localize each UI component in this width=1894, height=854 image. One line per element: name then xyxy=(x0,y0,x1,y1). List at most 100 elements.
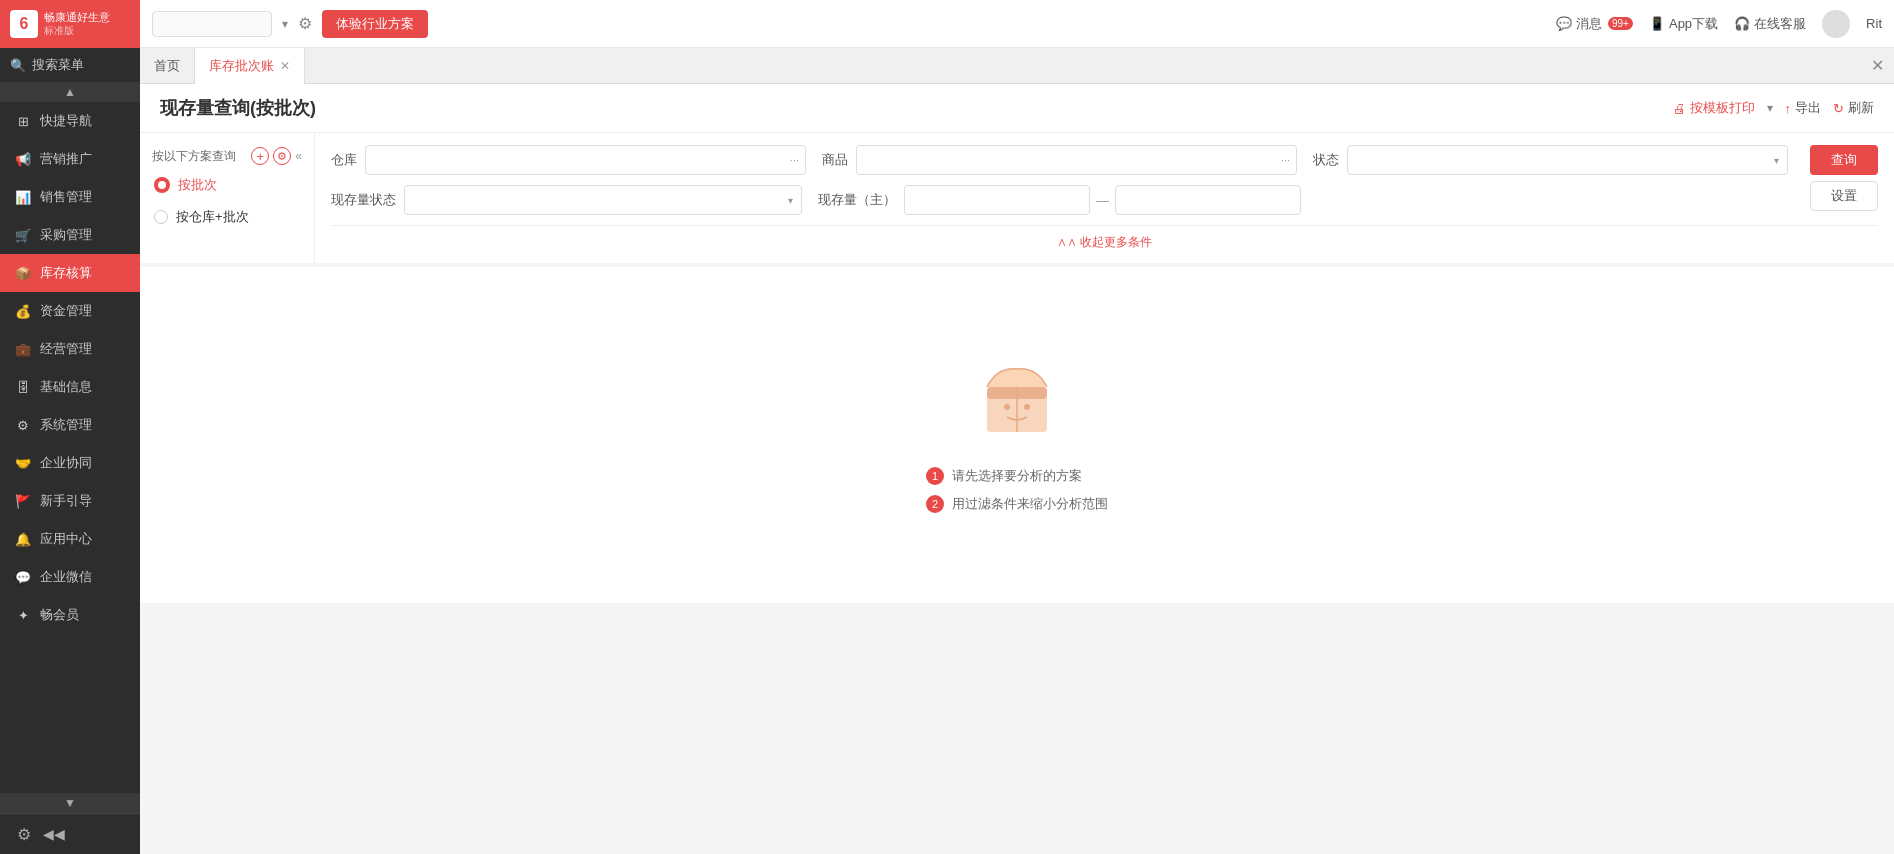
warehouse-input[interactable]: ··· xyxy=(365,145,806,175)
sidebar-item-label: 营销推广 xyxy=(40,150,92,168)
chart-icon: 📊 xyxy=(14,188,32,206)
scheme-title: 按以下方案查询 xyxy=(152,148,236,165)
megaphone-icon: 📢 xyxy=(14,150,32,168)
database-icon: 🗄 xyxy=(14,378,32,396)
sidebar-item-inventory[interactable]: 📦 库存核算 xyxy=(0,254,140,292)
warehouse-more-btn[interactable]: ··· xyxy=(790,154,799,166)
product-input[interactable]: ··· xyxy=(856,145,1297,175)
sidebar-item-basics[interactable]: 🗄 基础信息 xyxy=(0,368,140,406)
sidebar-nav: ⊞ 快捷导航 📢 营销推广 📊 销售管理 🛒 采购管理 📦 库存核算 💰 资金管… xyxy=(0,102,140,793)
stock-status-label: 现存量状态 xyxy=(331,191,396,209)
avatar xyxy=(1822,10,1850,38)
query-button[interactable]: 查询 xyxy=(1810,145,1878,175)
stock-qty-group: 现存量（主） — xyxy=(818,185,1301,215)
sidebar-item-label: 库存核算 xyxy=(40,264,92,282)
page-actions: 🖨 按模板打印 ▾ ↑ 导出 ↻ 刷新 xyxy=(1673,99,1875,117)
tab-close-button[interactable]: ✕ xyxy=(280,59,290,73)
export-icon: ↑ xyxy=(1785,101,1792,116)
warehouse-label: 仓库 xyxy=(331,151,357,169)
sidebar-item-label: 畅会员 xyxy=(40,606,79,624)
refresh-button[interactable]: ↻ 刷新 xyxy=(1833,99,1874,117)
scheme-item-batch[interactable]: 按批次 xyxy=(140,169,314,201)
add-scheme-button[interactable]: + xyxy=(251,147,269,165)
topbar-search-input[interactable] xyxy=(152,11,272,37)
message-button[interactable]: 💬 消息 99+ xyxy=(1556,15,1633,33)
settings-scheme-button[interactable]: ⚙ xyxy=(273,147,291,165)
collapse-more-button[interactable]: ∧∧ 收起更多条件 xyxy=(331,225,1878,259)
tab-inventory-batch[interactable]: 库存批次账 ✕ xyxy=(195,48,305,84)
print-dropdown-button[interactable]: ▾ xyxy=(1767,101,1773,115)
box-icon: 📦 xyxy=(14,264,32,282)
topbar-right: 💬 消息 99+ 📱 App下载 🎧 在线客服 Rit xyxy=(1556,10,1882,38)
print-button[interactable]: 🖨 按模板打印 xyxy=(1673,99,1755,117)
topbar-gear-button[interactable]: ⚙ xyxy=(298,14,312,33)
empty-hint-1: 1 请先选择要分析的方案 xyxy=(926,467,1108,485)
sidebar-item-shortcuts[interactable]: ⊞ 快捷导航 xyxy=(0,102,140,140)
empty-illustration xyxy=(967,347,1067,447)
status-group: 状态 ▾ xyxy=(1313,145,1788,175)
sidebar-item-finance[interactable]: 💰 资金管理 xyxy=(0,292,140,330)
stock-status-select[interactable]: ▾ xyxy=(404,185,802,215)
hint-num-2: 2 xyxy=(926,495,944,513)
stock-qty-max-input[interactable] xyxy=(1115,185,1301,215)
service-label: 在线客服 xyxy=(1754,15,1806,33)
brand-name: 畅康通好生意 xyxy=(44,10,110,24)
query-form-row1: 仓库 ··· 商品 ··· xyxy=(331,145,1878,225)
sidebar-footer: ⚙ ◀◀ xyxy=(0,813,140,854)
scheme-item-warehouse-batch[interactable]: 按仓库+批次 xyxy=(140,201,314,233)
status-select[interactable]: ▾ xyxy=(1347,145,1788,175)
stock-status-group: 现存量状态 ▾ xyxy=(331,185,802,215)
sidebar-item-guide[interactable]: 🚩 新手引导 xyxy=(0,482,140,520)
topbar-dropdown-button[interactable]: ▾ xyxy=(282,17,288,31)
collapse-scheme-button[interactable]: « xyxy=(295,147,302,165)
headset-icon: 🎧 xyxy=(1734,16,1750,31)
trial-btn[interactable]: 体验行业方案 xyxy=(322,10,428,38)
app-logo: 6 xyxy=(10,10,38,38)
tab-home[interactable]: 首页 xyxy=(140,48,195,84)
product-more-btn[interactable]: ··· xyxy=(1281,154,1290,166)
search-icon: 🔍 xyxy=(10,58,26,73)
tab-inventory-batch-label: 库存批次账 xyxy=(209,57,274,75)
tabbar-close-all-button[interactable]: ✕ xyxy=(1861,56,1894,75)
settings-footer-button[interactable]: ⚙ xyxy=(14,824,34,844)
search-menu-item[interactable]: 🔍 搜索菜单 xyxy=(0,48,140,82)
sidebar-item-appstore[interactable]: 🔔 应用中心 xyxy=(0,520,140,558)
apps-icon: 🔔 xyxy=(14,530,32,548)
sidebar-scroll-down-button[interactable]: ▼ xyxy=(0,793,140,813)
user-name: Rit xyxy=(1866,16,1882,31)
settings-button[interactable]: 设置 xyxy=(1810,181,1878,211)
sidebar-item-operations[interactable]: 💼 经营管理 xyxy=(0,330,140,368)
sidebar-item-label: 销售管理 xyxy=(40,188,92,206)
customer-service-button[interactable]: 🎧 在线客服 xyxy=(1734,15,1806,33)
briefcase-icon: 💼 xyxy=(14,340,32,358)
export-button[interactable]: ↑ 导出 xyxy=(1785,99,1822,117)
sidebar-item-system[interactable]: ⚙ 系统管理 xyxy=(0,406,140,444)
svg-point-5 xyxy=(1024,404,1030,410)
message-badge: 99+ xyxy=(1608,17,1633,30)
stock-qty-label: 现存量（主） xyxy=(818,191,896,209)
scheme-actions: + ⚙ « xyxy=(251,147,302,165)
refresh-icon: ↻ xyxy=(1833,101,1844,116)
app-download-button[interactable]: 📱 App下载 xyxy=(1649,15,1718,33)
scheme-item-label: 按批次 xyxy=(178,176,217,194)
sidebar-item-wechat[interactable]: 💬 企业微信 xyxy=(0,558,140,596)
app-label: App下载 xyxy=(1669,15,1718,33)
sidebar-item-label: 快捷导航 xyxy=(40,112,92,130)
query-buttons: 查询 设置 xyxy=(1800,145,1878,211)
collapse-sidebar-button[interactable]: ◀◀ xyxy=(44,824,64,844)
svg-point-4 xyxy=(1004,404,1010,410)
sidebar-item-enterprise[interactable]: 🤝 企业协同 xyxy=(0,444,140,482)
sidebar-item-purchase[interactable]: 🛒 采购管理 xyxy=(0,216,140,254)
sidebar-item-marketing[interactable]: 📢 营销推广 xyxy=(0,140,140,178)
hint-text-1: 请先选择要分析的方案 xyxy=(952,467,1082,485)
sidebar-item-member[interactable]: ✦ 畅会员 xyxy=(0,596,140,634)
scheme-dot-inactive xyxy=(154,210,168,224)
page-title: 现存量查询(按批次) xyxy=(160,96,316,120)
sidebar-scroll-up-button[interactable]: ▲ xyxy=(0,82,140,102)
product-group: 商品 ··· xyxy=(822,145,1297,175)
collapse-more-label: 收起更多条件 xyxy=(1080,235,1152,249)
stock-qty-min-input[interactable] xyxy=(904,185,1090,215)
warehouse-group: 仓库 ··· xyxy=(331,145,806,175)
sidebar-item-sales[interactable]: 📊 销售管理 xyxy=(0,178,140,216)
refresh-label: 刷新 xyxy=(1848,99,1874,117)
